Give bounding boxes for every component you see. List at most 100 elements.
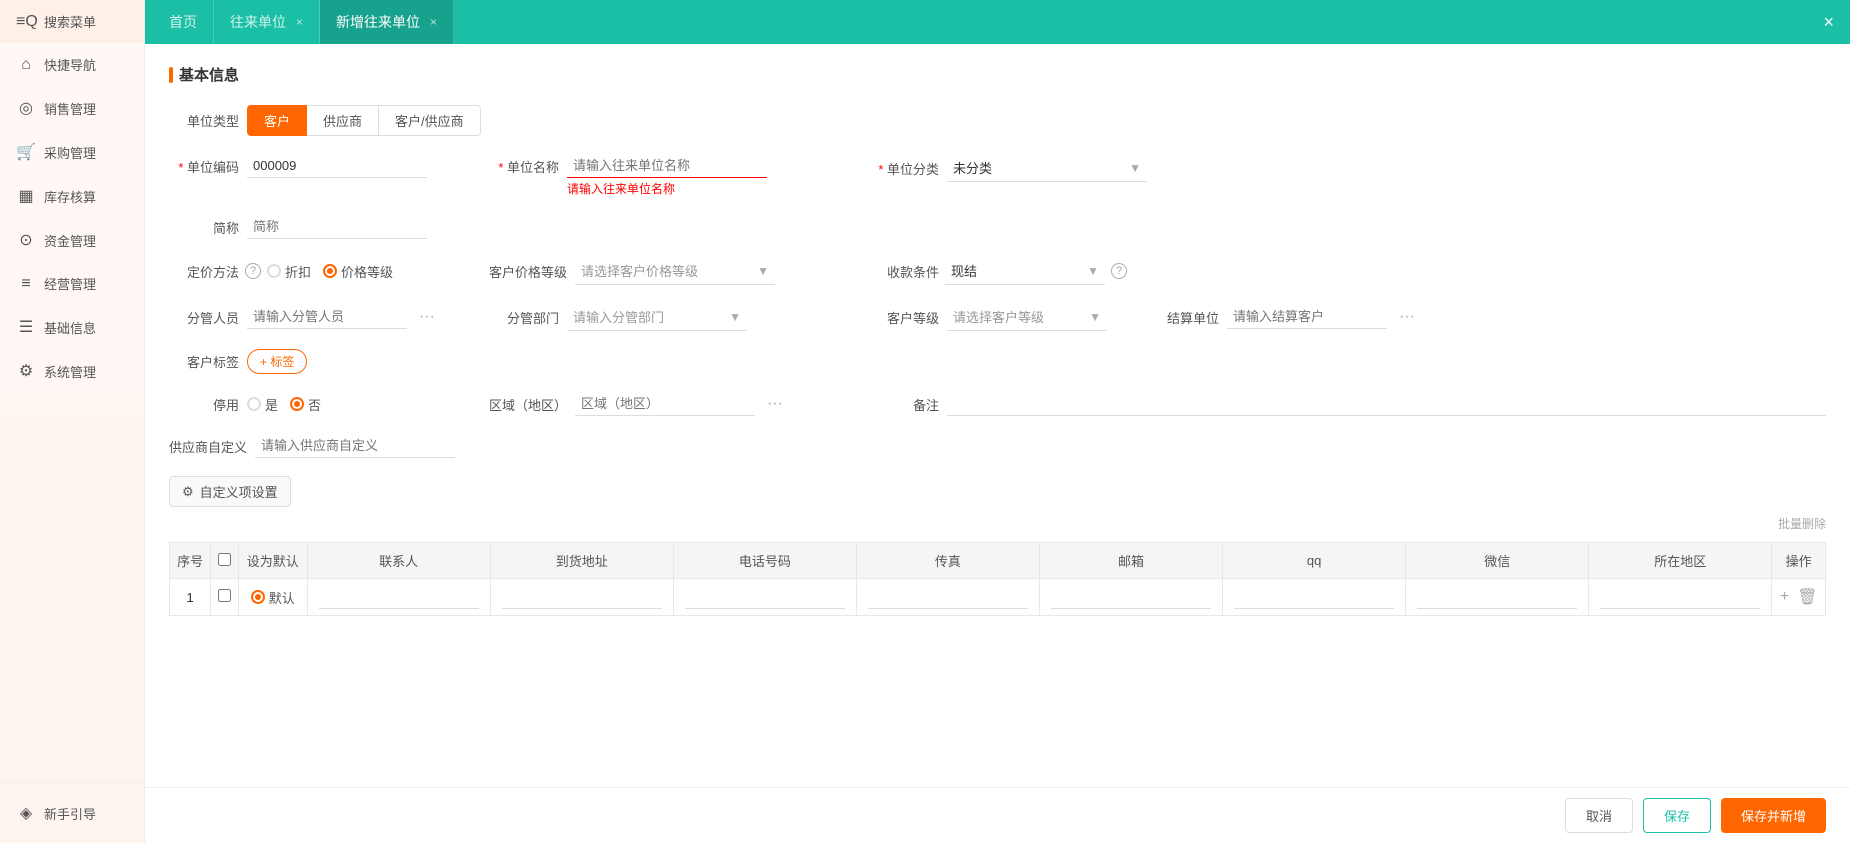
btn-customer-supplier[interactable]: 客户/供应商 [379, 105, 481, 136]
contact-input[interactable] [319, 585, 479, 609]
delete-row-btn[interactable]: 🗑 [1797, 587, 1817, 607]
radio-discount[interactable]: 折扣 [267, 262, 311, 281]
row-checkbox[interactable] [218, 589, 231, 602]
manager-more-btn[interactable]: ··· [415, 308, 439, 326]
tag-label: 客户标签 [169, 352, 239, 371]
settlement-more-btn[interactable]: ··· [1395, 308, 1419, 326]
chevron-price-icon: ▼ [757, 264, 769, 278]
tab-home[interactable]: 首页 [153, 0, 214, 44]
add-row-btn[interactable]: + [1780, 588, 1789, 606]
fax-input[interactable] [868, 585, 1028, 609]
supplier-custom-row: 供应商自定义 [169, 434, 1826, 458]
operation-icon: ≡ [16, 275, 36, 293]
radio-price-level[interactable]: 价格等级 [323, 262, 393, 281]
radio-no[interactable]: 否 [290, 395, 321, 414]
th-wechat: 微信 [1406, 543, 1589, 579]
tag-field: 客户标签 + 标签 [169, 349, 489, 374]
department-select[interactable]: 请输入分管部门 ▼ [567, 303, 747, 331]
th-contact: 联系人 [307, 543, 490, 579]
tab-partners[interactable]: 往来单位 × [214, 0, 320, 44]
sidebar-item-sales[interactable]: ◎ 销售管理 [0, 86, 144, 130]
main-area: 首页 往来单位 × 新增往来单位 × × 基本信息 单位类型 客户 [145, 0, 1850, 843]
phone-input[interactable] [685, 585, 845, 609]
region-label: 区域（地区） [489, 395, 567, 414]
tab-new-partner-label: 新增往来单位 [336, 12, 420, 32]
default-radio[interactable]: 默认 [245, 588, 301, 607]
tab-new-partner[interactable]: 新增往来单位 × [320, 0, 454, 44]
tab-home-label: 首页 [169, 12, 197, 32]
td-fax [856, 579, 1039, 616]
save-and-new-button[interactable]: 保存并新增 [1721, 798, 1826, 833]
batch-delete-btn[interactable]: 批量删除 [169, 515, 1826, 532]
unit-code-input[interactable] [247, 154, 427, 178]
qq-input[interactable] [1234, 585, 1394, 609]
unit-code-label: 单位编码 [169, 157, 239, 176]
td-actions: + 🗑 [1772, 579, 1826, 616]
region-input[interactable] [575, 392, 755, 416]
sidebar-item-finance[interactable]: ⊙ 资金管理 [0, 218, 144, 262]
unit-type-field: 单位类型 客户 供应商 客户/供应商 [169, 105, 1826, 136]
save-button[interactable]: 保存 [1643, 798, 1711, 833]
manager-input[interactable] [247, 305, 407, 329]
radio-yes-circle [247, 397, 261, 411]
section-title: 基本信息 [179, 64, 239, 85]
short-name-input[interactable] [247, 215, 427, 239]
custom-settings-btn[interactable]: ⚙ 自定义项设置 [169, 476, 291, 507]
th-default: 设为默认 [238, 543, 307, 579]
add-tag-btn[interactable]: + 标签 [247, 349, 307, 374]
sidebar-item-search[interactable]: ≡Q 搜索菜单 [0, 0, 144, 43]
region-more-btn[interactable]: ··· [763, 395, 787, 413]
tab-partners-close[interactable]: × [296, 15, 303, 29]
tabbar-close-btn[interactable]: × [1815, 12, 1842, 33]
radio-yes[interactable]: 是 [247, 395, 278, 414]
payment-help-icon[interactable]: ? [1111, 263, 1127, 279]
sidebar-item-newbie[interactable]: ◈ 新手引导 [0, 791, 144, 835]
default-radio-label: 默认 [269, 588, 295, 607]
unit-name-label: 单位名称 [489, 157, 559, 176]
sidebar-item-quick-nav[interactable]: ⌂ 快捷导航 [0, 43, 144, 86]
email-input[interactable] [1051, 585, 1211, 609]
unit-category-select[interactable]: 未分类 ▼ [947, 154, 1147, 182]
wechat-input[interactable] [1417, 585, 1577, 609]
customer-level-select[interactable]: 请选择客户等级 ▼ [947, 303, 1107, 331]
payment-terms-select[interactable]: 现结 ▼ [945, 257, 1105, 285]
sidebar-item-basic-info[interactable]: ☰ 基础信息 [0, 305, 144, 349]
sidebar-item-label: 系统管理 [44, 362, 96, 381]
department-label: 分管部门 [489, 308, 559, 327]
supplier-custom-input[interactable] [255, 434, 455, 458]
sidebar-item-inventory[interactable]: ▦ 库存核算 [0, 174, 144, 218]
payment-terms-label: 收款条件 [869, 262, 939, 281]
address-input[interactable] [502, 585, 662, 609]
pricing-row: 定价方法 ? 折扣 价格等级 客户价格等级 [169, 257, 1826, 285]
tab-new-partner-close[interactable]: × [430, 15, 437, 29]
sidebar-item-purchase[interactable]: 🛒 采购管理 [0, 130, 144, 174]
chevron-dept-icon: ▼ [729, 310, 741, 324]
disabled-label: 停用 [169, 395, 239, 414]
remark-input[interactable] [947, 392, 1826, 416]
customer-price-level-label: 客户价格等级 [489, 262, 567, 281]
supplier-custom-field: 供应商自定义 [169, 434, 569, 458]
inventory-icon: ▦ [16, 186, 36, 206]
th-qq: qq [1223, 543, 1406, 579]
tag-row: 客户标签 + 标签 [169, 349, 1826, 374]
pricing-help-icon[interactable]: ? [245, 263, 261, 279]
batch-delete-label: 批量删除 [1778, 517, 1826, 531]
select-all-checkbox[interactable] [218, 553, 231, 566]
settlement-input[interactable] [1227, 305, 1387, 329]
sidebar: ≡Q 搜索菜单 ⌂ 快捷导航 ◎ 销售管理 🛒 采购管理 ▦ 库存核算 ⊙ 资金… [0, 0, 145, 843]
cancel-button[interactable]: 取消 [1565, 798, 1633, 833]
unit-name-input[interactable] [567, 154, 767, 178]
unit-type-row: 单位类型 客户 供应商 客户/供应商 [169, 105, 1826, 136]
customer-price-level-select[interactable]: 请选择客户价格等级 ▼ [575, 257, 775, 285]
btn-supplier[interactable]: 供应商 [307, 105, 379, 136]
sidebar-item-label: 经营管理 [44, 274, 96, 293]
th-email: 邮箱 [1039, 543, 1222, 579]
btn-customer[interactable]: 客户 [247, 105, 307, 136]
radio-discount-circle [267, 264, 281, 278]
sidebar-item-sys-mgmt[interactable]: ⚙ 系统管理 [0, 349, 144, 393]
custom-settings-area: ⚙ 自定义项设置 [169, 476, 1826, 507]
sidebar-item-operation[interactable]: ≡ 经营管理 [0, 262, 144, 305]
finance-icon: ⊙ [16, 230, 36, 250]
customer-price-level-placeholder: 请选择客户价格等级 [581, 261, 698, 280]
row-region-input[interactable] [1600, 585, 1760, 609]
